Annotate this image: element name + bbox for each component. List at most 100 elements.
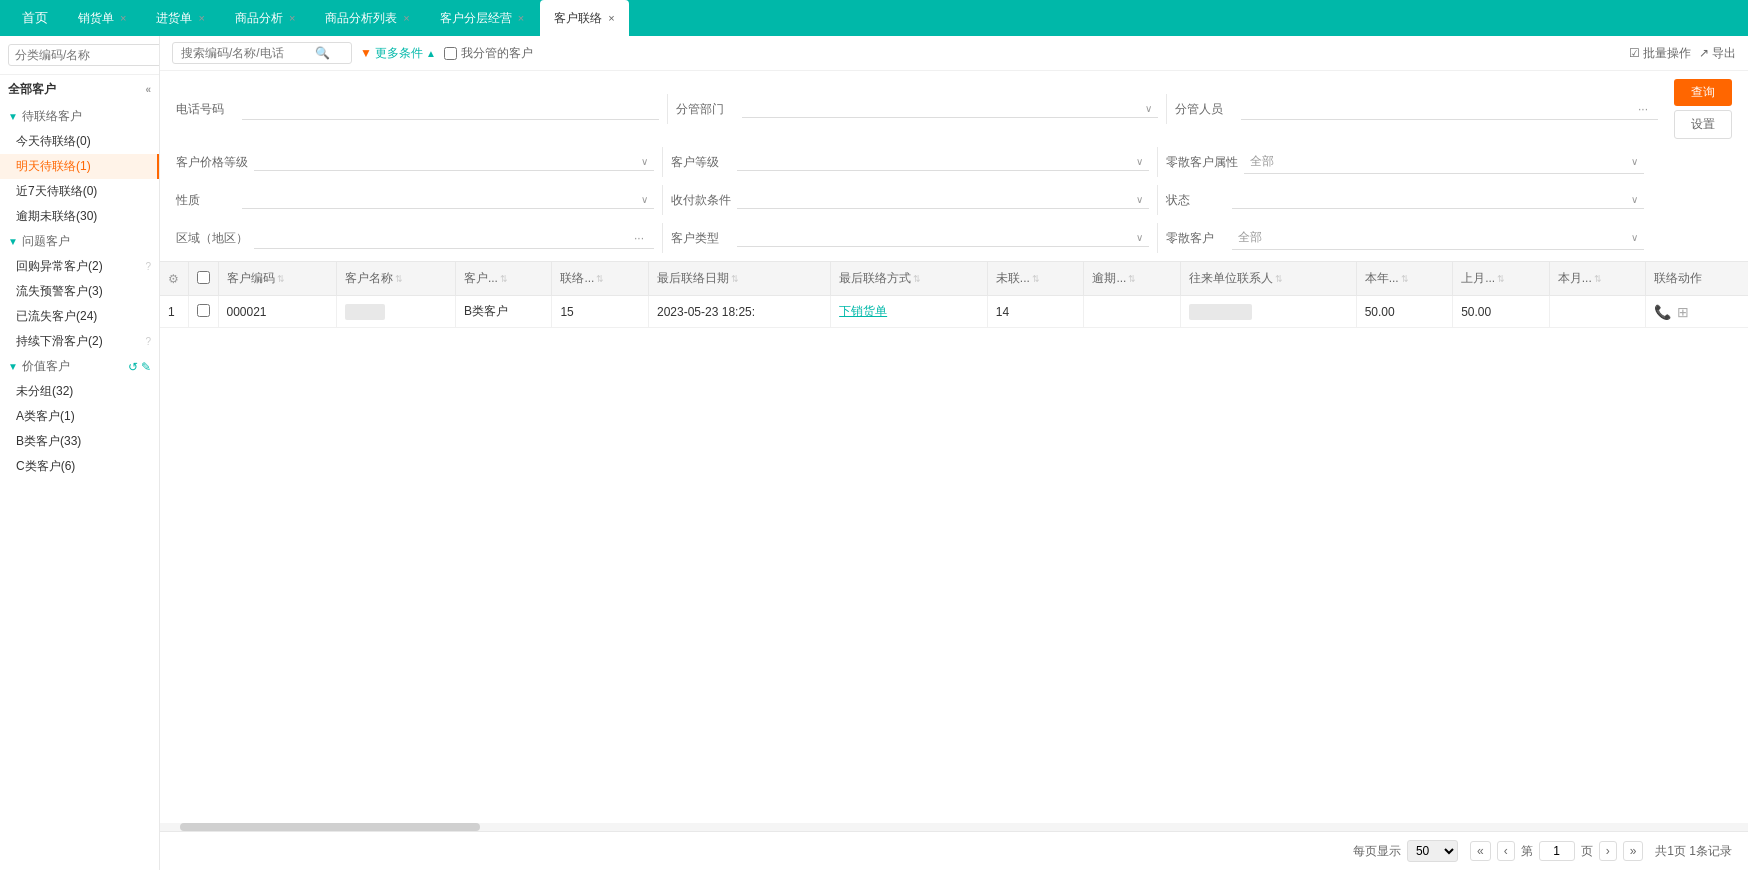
row-this-year: 50.00 — [1356, 296, 1453, 328]
sort-this-year[interactable]: ⇅ — [1401, 274, 1409, 284]
customer-type-chevron: ∨ — [1136, 232, 1143, 243]
sort-last-contact-date[interactable]: ⇅ — [731, 274, 739, 284]
sidebar-item-7days[interactable]: 近7天待联络(0) — [0, 179, 159, 204]
nav-item-sales[interactable]: 销货单 × — [64, 0, 140, 36]
retail-attr-select[interactable]: 全部 ∨ — [1244, 150, 1644, 174]
sidebar-item-class-c[interactable]: C类客户(6) — [0, 454, 159, 479]
table-row: 1 000021 Ea B类客户 15 2023-05-23 18:25: 下销… — [160, 296, 1748, 328]
payment-select[interactable]: ∨ — [737, 191, 1149, 209]
retail-customer-select[interactable]: 全部 ∨ — [1232, 226, 1644, 250]
customer-grade-select[interactable]: ∨ — [737, 153, 1149, 171]
sort-overdue[interactable]: ⇅ — [1128, 274, 1136, 284]
nature-select[interactable]: ∨ — [242, 191, 654, 209]
row-checkbox[interactable] — [197, 304, 210, 317]
status-select[interactable]: ∨ — [1232, 191, 1644, 209]
last-contact-method-link[interactable]: 下销货单 — [839, 304, 887, 318]
region-dots[interactable]: ··· — [630, 231, 648, 245]
close-customer-layer-tab[interactable]: × — [518, 12, 524, 24]
close-sales-tab[interactable]: × — [120, 12, 126, 24]
close-analysis-list-tab[interactable]: × — [403, 12, 409, 24]
sort-contact[interactable]: ⇅ — [596, 274, 604, 284]
sidebar-search-input[interactable] — [8, 44, 160, 66]
sort-unit-contact[interactable]: ⇅ — [1275, 274, 1283, 284]
sidebar-item-repurchase-abnormal[interactable]: 回购异常客户(2) ? — [0, 254, 159, 279]
price-grade-select[interactable]: ∨ — [254, 153, 654, 171]
export-btn[interactable]: ↗ 导出 — [1699, 45, 1736, 62]
sidebar-item-class-b[interactable]: B类客户(33) — [0, 429, 159, 454]
row-customer-code: 000021 — [218, 296, 337, 328]
search-wrap: 🔍 — [172, 42, 352, 64]
col-settings[interactable]: ⚙ — [160, 262, 188, 296]
manager-dots[interactable]: ··· — [1634, 102, 1652, 116]
page-input[interactable] — [1539, 841, 1575, 861]
setting-button[interactable]: 设置 — [1674, 110, 1732, 139]
customer-type-select[interactable]: ∨ — [737, 229, 1149, 247]
sidebar-item-churn-warning[interactable]: 流失预警客户(3) — [0, 279, 159, 304]
group-arrow-2: ▼ — [8, 236, 18, 247]
search-icon[interactable]: 🔍 — [315, 46, 330, 60]
retail-attr-label: 零散客户属性 — [1166, 154, 1238, 171]
sort-no-contact[interactable]: ⇅ — [1032, 274, 1040, 284]
sidebar-item-declining[interactable]: 持续下滑客户(2) ? — [0, 329, 159, 354]
batch-op-btn[interactable]: ☑ 批量操作 — [1629, 45, 1691, 62]
dept-select[interactable]: ∨ — [742, 100, 1159, 118]
close-analysis-tab[interactable]: × — [289, 12, 295, 24]
my-customers-checkbox[interactable] — [444, 47, 457, 60]
nav-item-analysis[interactable]: 商品分析 × — [221, 0, 309, 36]
nature-chevron: ∨ — [641, 194, 648, 205]
sidebar-group-value: ▼ 价值客户 ↺ ✎ — [0, 354, 159, 379]
nav-item-customer-contact[interactable]: 客户联络 × — [540, 0, 628, 36]
sidebar-item-class-a[interactable]: A类客户(1) — [0, 404, 159, 429]
th-last-contact-method: 最后联络方式 ⇅ — [831, 262, 988, 296]
table-scrollbar[interactable] — [160, 823, 1748, 831]
sort-last-contact-method[interactable]: ⇅ — [913, 274, 921, 284]
next-page-btn[interactable]: › — [1599, 841, 1617, 861]
pagesize-select[interactable]: 50 100 200 — [1407, 840, 1458, 862]
sidebar-all-customers[interactable]: 全部客户 « — [0, 75, 159, 104]
filter-row-3: 性质 ∨ 收付款条件 ∨ 状态 — [176, 185, 1732, 215]
more-conditions-btn[interactable]: ▼ 更多条件 ▲ — [360, 45, 436, 62]
sort-customer-name[interactable]: ⇅ — [395, 274, 403, 284]
sort-last-month[interactable]: ⇅ — [1497, 274, 1505, 284]
manager-select[interactable]: ··· — [1241, 99, 1658, 120]
help-icon-2: ? — [145, 336, 151, 347]
sort-customer-code[interactable]: ⇅ — [277, 274, 285, 284]
nav-item-purchase[interactable]: 进货单 × — [142, 0, 218, 36]
th-unit-contact: 往来单位联系人 ⇅ — [1180, 262, 1356, 296]
nav-item-analysis-list[interactable]: 商品分析列表 × — [311, 0, 423, 36]
sidebar-item-churned[interactable]: 已流失客户(24) — [0, 304, 159, 329]
grid-action-icon[interactable]: ⊞ — [1677, 304, 1689, 320]
row-this-month — [1549, 296, 1646, 328]
first-page-btn[interactable]: « — [1470, 841, 1491, 861]
query-button[interactable]: 查询 — [1674, 79, 1732, 106]
region-select[interactable]: ··· — [254, 228, 654, 249]
filter-icon: ▼ — [360, 46, 372, 60]
nav-home[interactable]: 首页 — [8, 0, 62, 36]
sidebar-item-overdue[interactable]: 逾期未联络(30) — [0, 204, 159, 229]
close-customer-contact-tab[interactable]: × — [608, 12, 614, 24]
scrollbar-thumb[interactable] — [180, 823, 480, 831]
sort-customer-type[interactable]: ⇅ — [500, 274, 508, 284]
filter-price-grade: 客户价格等级 ∨ — [176, 153, 654, 171]
nav-item-customer-layer[interactable]: 客户分层经营 × — [426, 0, 538, 36]
phone-action-icon[interactable]: 📞 — [1654, 304, 1671, 320]
price-grade-chevron: ∨ — [641, 156, 648, 167]
phone-input[interactable] — [242, 99, 659, 120]
select-all-checkbox[interactable] — [197, 271, 210, 284]
sidebar-item-today[interactable]: 今天待联络(0) — [0, 129, 159, 154]
close-purchase-tab[interactable]: × — [198, 12, 204, 24]
sort-this-month[interactable]: ⇅ — [1594, 274, 1602, 284]
last-page-btn[interactable]: » — [1623, 841, 1644, 861]
edit-icon[interactable]: ✎ — [141, 360, 151, 374]
dept-label: 分管部门 — [676, 101, 736, 118]
filter-manager: 分管人员 ··· — [1175, 99, 1658, 120]
search-input[interactable] — [181, 46, 311, 60]
sidebar-item-ungrouped[interactable]: 未分组(32) — [0, 379, 159, 404]
row-seq: 1 — [160, 296, 188, 328]
sidebar-item-tomorrow[interactable]: 明天待联络(1) — [0, 154, 159, 179]
action-btns: 查询 设置 — [1674, 79, 1732, 139]
prev-page-btn[interactable]: ‹ — [1497, 841, 1515, 861]
divider-1 — [667, 94, 668, 124]
sidebar-group-problem: ▼ 问题客户 — [0, 229, 159, 254]
refresh-icon[interactable]: ↺ — [128, 360, 138, 374]
